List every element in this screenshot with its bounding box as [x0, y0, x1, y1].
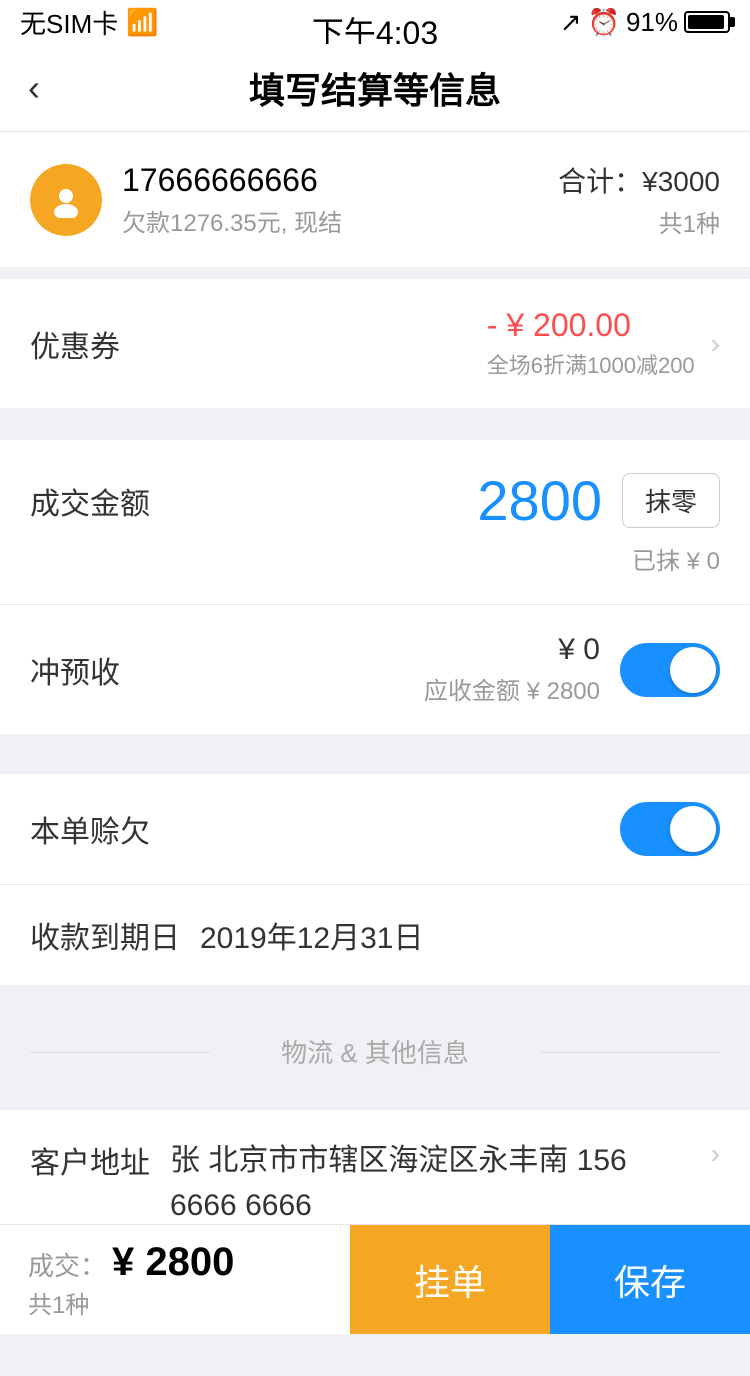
- back-button[interactable]: ‹: [28, 67, 40, 109]
- overdue-label: 本单赊欠: [30, 807, 150, 851]
- wifi-icon: 📶: [126, 7, 158, 38]
- amount-value: 2800: [477, 468, 602, 533]
- customer-left: 17666666666 欠款1276.35元, 现结: [30, 162, 342, 238]
- battery-percent: 91%: [626, 7, 678, 38]
- duedate-section: 收款到期日 2019年12月31日: [0, 884, 750, 985]
- duedate-label: 收款到期日: [30, 913, 180, 957]
- coupon-right: - ¥ 200.00 全场6折满1000减200 ›: [487, 307, 720, 380]
- coupon-label: 优惠券: [30, 322, 120, 366]
- prepay-right: ¥ 0 应收金额 ¥ 2800: [424, 633, 720, 706]
- prepay-receivable: 应收金额 ¥ 2800: [424, 671, 600, 706]
- alarm-icon: ⏰: [588, 7, 620, 38]
- save-button[interactable]: 保存: [550, 1225, 750, 1334]
- prepay-value: ¥ 0: [424, 633, 600, 667]
- overdue-toggle-knob: [670, 806, 716, 852]
- amount-sub: 已抹 ¥ 0: [30, 541, 720, 576]
- coupon-amount: - ¥ 200.00: [487, 307, 695, 344]
- amount-section: 成交金额 2800 抹零 已抹 ¥ 0: [0, 440, 750, 604]
- address-label: 客户地址: [30, 1138, 150, 1182]
- customer-count: 共1种: [558, 204, 720, 239]
- customer-card: 17666666666 欠款1276.35元, 现结 合计：¥3000 共1种: [0, 132, 750, 267]
- round-button[interactable]: 抹零: [622, 473, 720, 528]
- amount-right: 2800 抹零: [477, 468, 720, 533]
- carrier-text: 无SIM卡: [20, 4, 118, 41]
- logistics-label: 物流 & 其他信息: [271, 1038, 479, 1068]
- coupon-chevron-icon: ›: [711, 328, 720, 360]
- status-left: 无SIM卡 📶: [20, 4, 159, 41]
- prepay-toggle-knob: [670, 647, 716, 693]
- overdue-section: 本单赊欠: [0, 774, 750, 884]
- status-right: ↗ ⏰ 91%: [560, 7, 730, 38]
- duedate-value: 2019年12月31日: [200, 913, 423, 957]
- section-gap-1: [0, 420, 750, 440]
- customer-total: 合计：¥3000: [558, 160, 720, 200]
- battery-icon: [684, 11, 730, 33]
- prepay-section: 冲预收 ¥ 0 应收金额 ¥ 2800: [0, 604, 750, 734]
- customer-debt: 欠款1276.35元, 现结: [122, 203, 342, 238]
- battery-fill: [688, 15, 724, 29]
- bottom-bar: 成交： ¥ 2800 共1种 挂单 保存: [0, 1224, 750, 1334]
- coupon-row[interactable]: 优惠券 - ¥ 200.00 全场6折满1000减200 ›: [0, 279, 750, 408]
- bottom-count: 共1种: [28, 1285, 322, 1320]
- page-title: 填写结算等信息: [249, 62, 501, 114]
- customer-info: 17666666666 欠款1276.35元, 现结: [122, 162, 342, 238]
- amount-row: 成交金额 2800 抹零: [30, 468, 720, 533]
- logistics-divider: 物流 & 其他信息: [0, 1005, 750, 1098]
- customer-right: 合计：¥3000 共1种: [558, 160, 720, 239]
- status-bar: 无SIM卡 📶 下午4:03 ↗ ⏰ 91%: [0, 0, 750, 44]
- content: 17666666666 欠款1276.35元, 现结 合计：¥3000 共1种 …: [0, 132, 750, 1376]
- customer-phone: 17666666666: [122, 162, 342, 199]
- section-gap-2: [0, 734, 750, 754]
- prepay-toggle[interactable]: [620, 643, 720, 697]
- overdue-toggle[interactable]: [620, 802, 720, 856]
- prepay-label: 冲预收: [30, 648, 120, 692]
- hold-button[interactable]: 挂单: [350, 1225, 550, 1334]
- deal-amount: ¥ 2800: [112, 1240, 234, 1285]
- address-chevron-icon: ›: [711, 1138, 720, 1170]
- nav-bar: ‹ 填写结算等信息: [0, 44, 750, 132]
- coupon-info: - ¥ 200.00 全场6折满1000减200: [487, 307, 695, 380]
- avatar: [30, 164, 102, 236]
- prepay-amount-block: ¥ 0 应收金额 ¥ 2800: [424, 633, 600, 706]
- prepay-row: 冲预收 ¥ 0 应收金额 ¥ 2800: [30, 633, 720, 706]
- amount-label: 成交金额: [30, 479, 150, 523]
- deal-label: 成交：: [28, 1246, 106, 1283]
- location-icon: ↗: [560, 7, 582, 38]
- bottom-info: 成交： ¥ 2800 共1种: [0, 1225, 350, 1334]
- coupon-desc: 全场6折满1000减200: [487, 348, 695, 380]
- address-value: 张 北京市市辖区海淀区永丰南 156 6666 6666: [150, 1138, 705, 1228]
